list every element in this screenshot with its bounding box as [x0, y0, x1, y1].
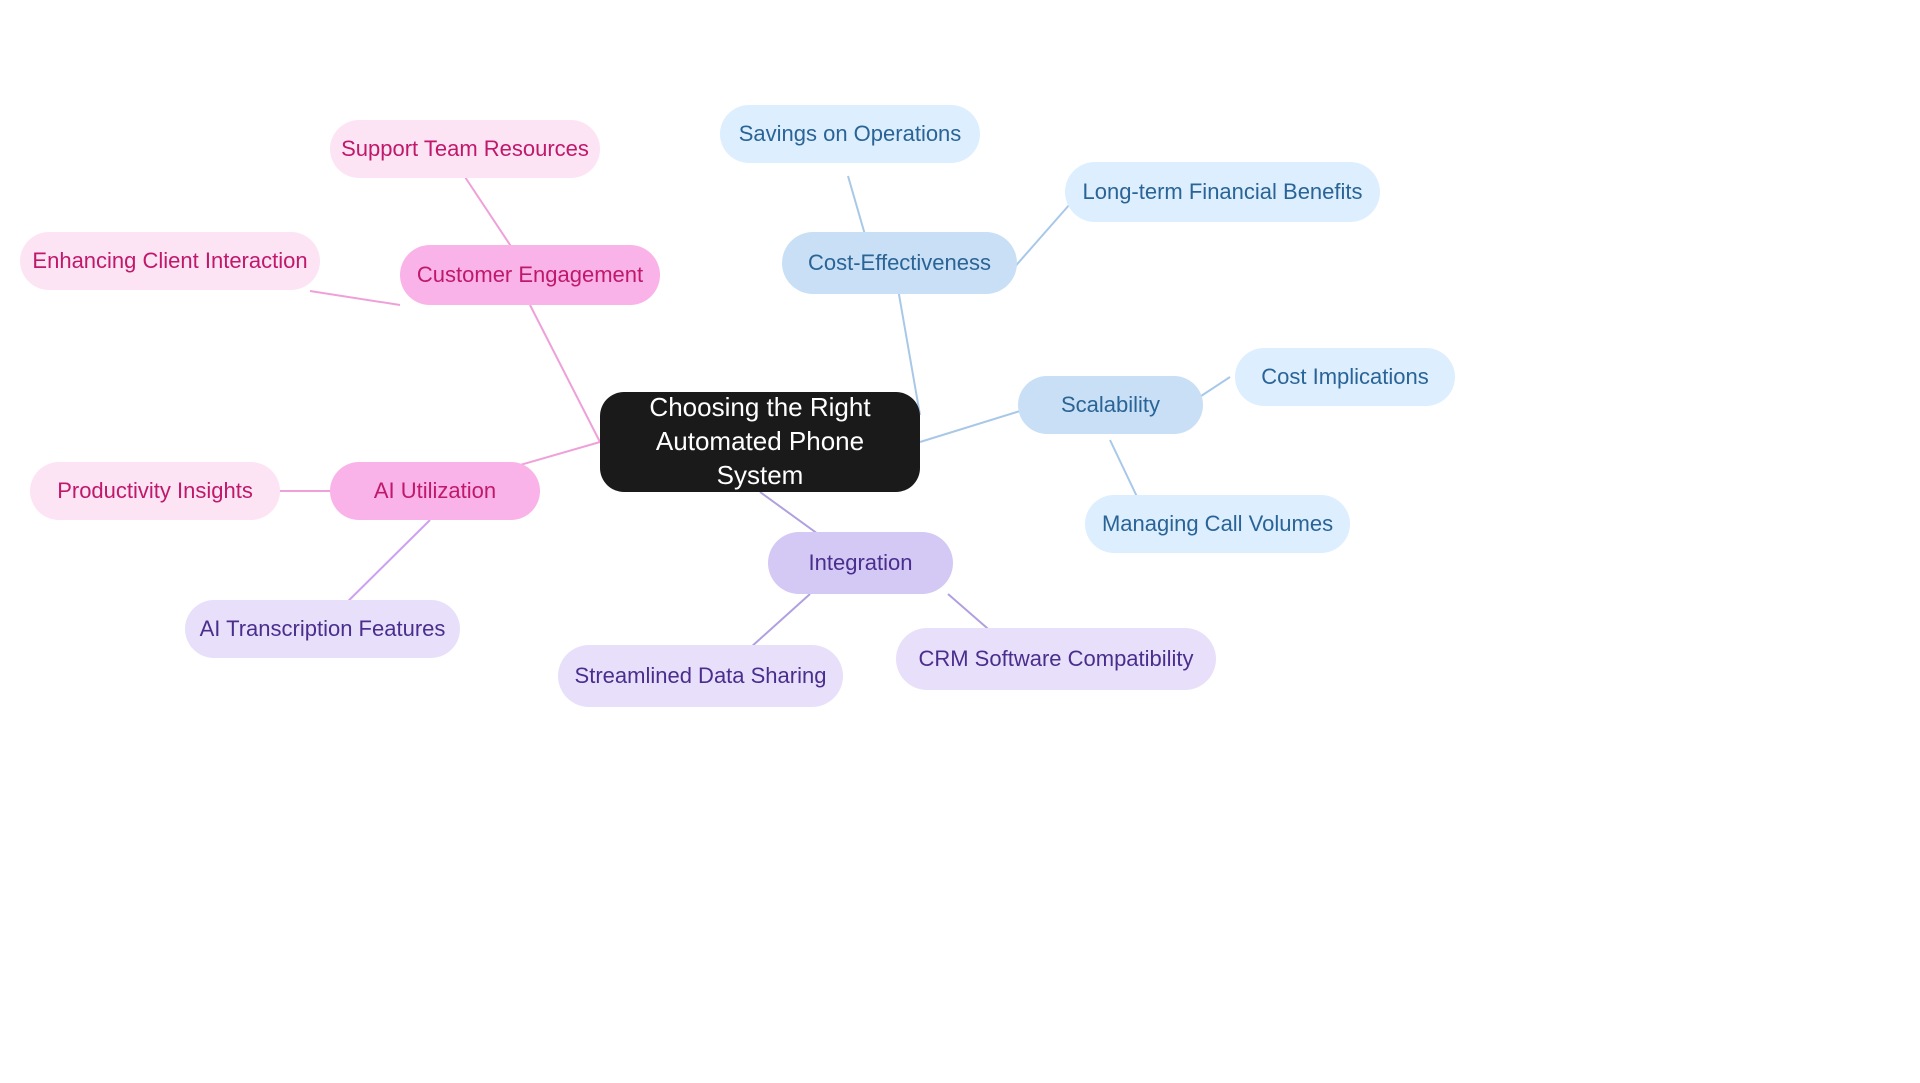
center-node: Choosing the Right Automated Phone Syste… — [600, 392, 920, 492]
streamlined-node: Streamlined Data Sharing — [558, 645, 843, 707]
crm-node: CRM Software Compatibility — [896, 628, 1216, 690]
cost-implications-node: Cost Implications — [1235, 348, 1455, 406]
managing-call-node: Managing Call Volumes — [1085, 495, 1350, 553]
scalability-node: Scalability — [1018, 376, 1203, 434]
long-term-node: Long-term Financial Benefits — [1065, 162, 1380, 222]
cost-effectiveness-node: Cost-Effectiveness — [782, 232, 1017, 294]
productivity-insights-node: Productivity Insights — [30, 462, 280, 520]
customer-engagement-node: Customer Engagement — [400, 245, 660, 305]
enhancing-client-node: Enhancing Client Interaction — [20, 232, 320, 290]
integration-node: Integration — [768, 532, 953, 594]
ai-transcription-node: AI Transcription Features — [185, 600, 460, 658]
ai-utilization-node: AI Utilization — [330, 462, 540, 520]
savings-node: Savings on Operations — [720, 105, 980, 163]
support-team-node: Support Team Resources — [330, 120, 600, 178]
